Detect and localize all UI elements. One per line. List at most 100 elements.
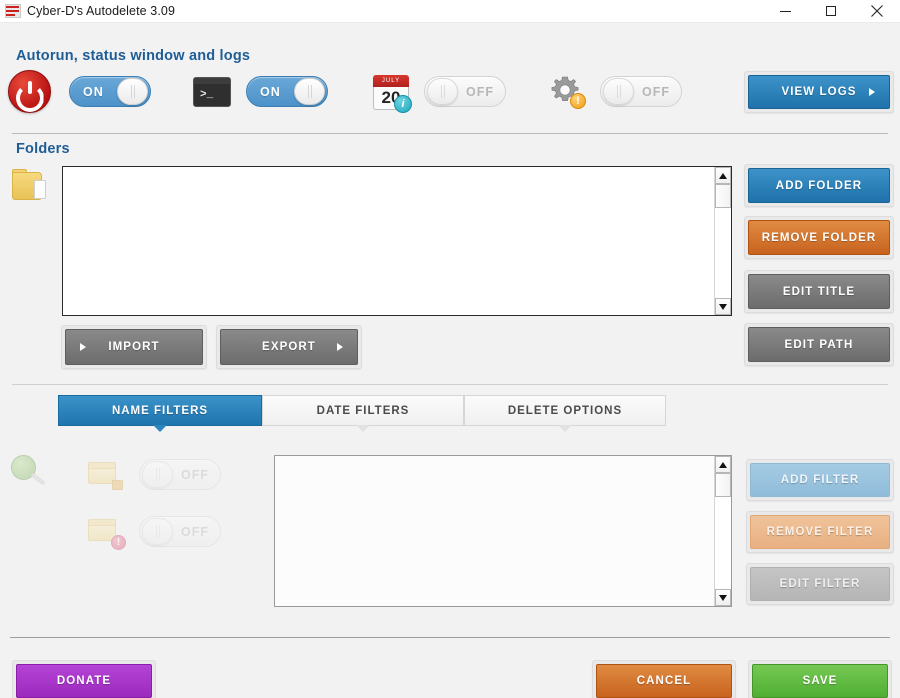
view-logs-label: VIEW LOGS xyxy=(781,86,857,98)
add-filter-label: ADD FILTER xyxy=(780,474,860,486)
folders-list-area[interactable] xyxy=(63,167,714,315)
window-controls xyxy=(762,0,900,23)
arrow-up-icon-2 xyxy=(719,461,727,468)
tab-name-filters-label: NAME FILTERS xyxy=(111,404,209,417)
power-icon[interactable] xyxy=(8,70,51,113)
autorun-toggle[interactable]: ON xyxy=(69,76,151,107)
folders-section-title: Folders xyxy=(16,141,70,157)
donate-button-frame: DONATE xyxy=(12,660,156,698)
magnifier-icon xyxy=(8,453,48,493)
chevron-right-icon-export xyxy=(337,343,343,351)
exclude-filter-toggle-knob xyxy=(142,518,173,545)
save-button[interactable]: SAVE xyxy=(752,664,888,698)
remove-filter-button-frame: REMOVE FILTER xyxy=(746,511,894,553)
arrow-up-icon xyxy=(719,172,727,179)
add-folder-label: ADD FOLDER xyxy=(775,179,863,192)
window-title: Cyber-D's Autodelete 3.09 xyxy=(27,4,176,18)
exclude-filter-toggle[interactable]: OFF xyxy=(139,516,221,547)
exclude-filter-toggle-label: OFF xyxy=(181,524,209,539)
folder-icon xyxy=(10,168,50,206)
tab-delete-options[interactable]: DELETE OPTIONS xyxy=(464,395,666,432)
divider-autorun xyxy=(12,133,888,134)
settings-toggle-label: OFF xyxy=(642,84,670,99)
tab-date-filters[interactable]: DATE FILTERS xyxy=(262,395,464,432)
donate-label: DONATE xyxy=(56,675,112,687)
view-logs-button[interactable]: VIEW LOGS xyxy=(748,75,890,109)
filters-listbox[interactable] xyxy=(274,455,732,607)
divider-footer xyxy=(10,637,890,638)
edit-title-button-frame: EDIT TITLE xyxy=(744,270,894,313)
autorun-section-title: Autorun, status window and logs xyxy=(16,48,251,64)
view-logs-button-frame: VIEW LOGS xyxy=(744,71,894,113)
import-label: IMPORT xyxy=(108,341,160,353)
folder-warning-badge: ! xyxy=(111,535,126,550)
filters-scroll-track[interactable] xyxy=(715,497,731,589)
donate-button[interactable]: DONATE xyxy=(16,664,152,698)
tab-name-filters[interactable]: NAME FILTERS xyxy=(58,395,262,432)
close-icon xyxy=(871,5,883,17)
cancel-button[interactable]: CANCEL xyxy=(596,664,732,698)
autorun-toggle-label: ON xyxy=(83,84,104,99)
gear-warning-badge: ! xyxy=(570,92,586,109)
minimize-button[interactable] xyxy=(762,0,808,23)
autorun-toolbar: ON >_ ON JULY 20 i OFF ! OFF xyxy=(8,70,682,113)
folders-scroll-thumb[interactable] xyxy=(715,184,731,208)
edit-path-label: EDIT PATH xyxy=(784,338,854,351)
divider-folders xyxy=(12,384,888,385)
folders-scroll-track[interactable] xyxy=(715,208,731,298)
filters-scroll-down-button[interactable] xyxy=(715,589,731,606)
folders-scroll-down-button[interactable] xyxy=(715,298,731,315)
edit-filter-label: EDIT FILTER xyxy=(779,578,861,590)
cancel-button-frame: CANCEL xyxy=(592,660,736,698)
schedule-toggle[interactable]: OFF xyxy=(424,76,506,107)
folder-warning-icon: ! xyxy=(88,515,126,550)
filters-scroll-thumb[interactable] xyxy=(715,473,731,497)
import-button-frame: IMPORT xyxy=(61,325,207,369)
edit-title-button[interactable]: EDIT TITLE xyxy=(748,274,890,309)
folders-listbox[interactable] xyxy=(62,166,732,316)
calendar-month: JULY xyxy=(373,74,409,87)
edit-path-button-frame: EDIT PATH xyxy=(744,323,894,366)
add-folder-button[interactable]: ADD FOLDER xyxy=(748,168,890,203)
status-window-toggle-label: ON xyxy=(260,84,281,99)
import-button[interactable]: IMPORT xyxy=(65,329,203,365)
settings-toggle[interactable]: OFF xyxy=(600,76,682,107)
schedule-toggle-label: OFF xyxy=(466,84,494,99)
minimize-icon xyxy=(779,10,791,12)
include-filter-toggle[interactable]: OFF xyxy=(139,459,221,490)
remove-folder-label: REMOVE FOLDER xyxy=(761,231,877,244)
chevron-right-icon xyxy=(869,88,875,96)
tab-pointer-date-filters xyxy=(356,425,370,432)
title-bar: Cyber-D's Autodelete 3.09 xyxy=(0,0,900,23)
chevron-right-icon-import xyxy=(80,343,86,351)
edit-filter-button[interactable]: EDIT FILTER xyxy=(750,567,890,601)
folder-lock-icon xyxy=(88,458,124,490)
folders-scrollbar[interactable] xyxy=(714,167,731,315)
filters-scrollbar[interactable] xyxy=(714,456,731,606)
close-button[interactable] xyxy=(854,0,900,23)
settings-toggle-knob xyxy=(603,78,634,105)
edit-path-button[interactable]: EDIT PATH xyxy=(748,327,890,362)
gear-icon[interactable]: ! xyxy=(550,74,586,110)
remove-folder-button[interactable]: REMOVE FOLDER xyxy=(748,220,890,255)
schedule-toggle-knob xyxy=(427,78,458,105)
terminal-icon[interactable]: >_ xyxy=(193,76,231,107)
maximize-button[interactable] xyxy=(808,0,854,23)
filters-scroll-up-button[interactable] xyxy=(715,456,731,473)
calendar-info-badge: i xyxy=(394,94,412,113)
filters-list-area[interactable] xyxy=(275,456,714,606)
add-folder-button-frame: ADD FOLDER xyxy=(744,164,894,207)
arrow-down-icon-2 xyxy=(719,594,727,601)
calendar-icon[interactable]: JULY 20 i xyxy=(372,73,412,113)
remove-folder-button-frame: REMOVE FOLDER xyxy=(744,216,894,259)
autorun-toggle-knob xyxy=(117,78,148,105)
export-button[interactable]: EXPORT xyxy=(220,329,358,365)
arrow-down-icon xyxy=(719,303,727,310)
status-window-toggle[interactable]: ON xyxy=(246,76,328,107)
folders-scroll-up-button[interactable] xyxy=(715,167,731,184)
maximize-icon xyxy=(826,6,836,16)
remove-filter-label: REMOVE FILTER xyxy=(766,526,874,538)
add-filter-button[interactable]: ADD FILTER xyxy=(750,463,890,497)
export-label: EXPORT xyxy=(262,341,316,353)
remove-filter-button[interactable]: REMOVE FILTER xyxy=(750,515,890,549)
